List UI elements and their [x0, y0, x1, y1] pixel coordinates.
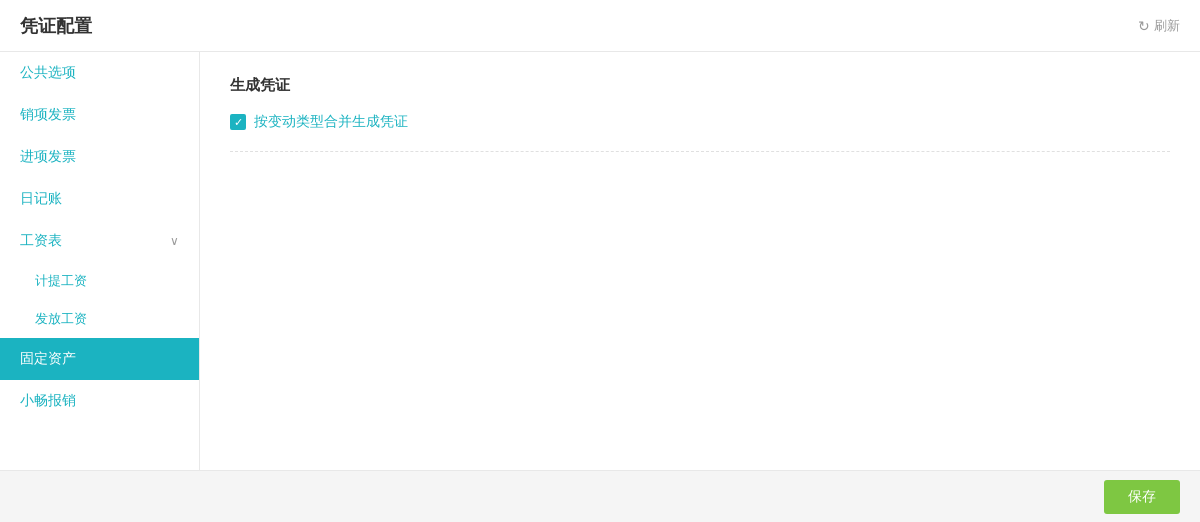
page-footer: 保存 — [0, 470, 1200, 522]
sidebar-item-purchase-invoice[interactable]: 进项发票 — [0, 136, 199, 178]
sidebar-item-journal[interactable]: 日记账 — [0, 178, 199, 220]
merge-checkbox[interactable]: ✓ — [230, 114, 246, 130]
refresh-label: 刷新 — [1154, 17, 1180, 35]
chevron-down-icon: ∨ — [170, 234, 179, 248]
checkbox-row: ✓ 按变动类型合并生成凭证 — [230, 113, 1170, 131]
sidebar: 公共选项销项发票进项发票日记账工资表 ∨ 计提工资发放工资固定资产小畅报销 — [0, 52, 200, 470]
sidebar-sub-item-pay-payroll[interactable]: 发放工资 — [0, 300, 199, 338]
sidebar-item-label: 日记账 — [20, 190, 62, 208]
sidebar-item-fixed-assets[interactable]: 固定资产 — [0, 338, 199, 380]
sidebar-item-sales-invoice[interactable]: 销项发票 — [0, 94, 199, 136]
page-container: 凭证配置 ↻ 刷新 公共选项销项发票进项发票日记账工资表 ∨ 计提工资发放工资固定资… — [0, 0, 1200, 522]
save-button[interactable]: 保存 — [1104, 480, 1180, 514]
checkbox-label: 按变动类型合并生成凭证 — [254, 113, 408, 131]
page-title: 凭证配置 — [20, 14, 92, 38]
refresh-icon: ↻ — [1138, 18, 1150, 34]
body-container: 公共选项销项发票进项发票日记账工资表 ∨ 计提工资发放工资固定资产小畅报销 生成凭证… — [0, 52, 1200, 470]
sidebar-item-label: 进项发票 — [20, 148, 76, 166]
sidebar-item-label: 小畅报销 — [20, 392, 76, 410]
divider — [230, 151, 1170, 152]
check-mark-icon: ✓ — [234, 117, 243, 128]
refresh-button[interactable]: ↻ 刷新 — [1138, 17, 1180, 35]
sidebar-item-label: 公共选项 — [20, 64, 76, 82]
page-header: 凭证配置 ↻ 刷新 — [0, 0, 1200, 52]
main-content: 生成凭证 ✓ 按变动类型合并生成凭证 — [200, 52, 1200, 470]
sidebar-sub-item-calc-payroll[interactable]: 计提工资 — [0, 262, 199, 300]
sidebar-item-label: 销项发票 — [20, 106, 76, 124]
sidebar-item-payroll-table[interactable]: 工资表 ∨ — [0, 220, 199, 262]
sidebar-item-label: 固定资产 — [20, 350, 76, 368]
sidebar-item-label: 工资表 — [20, 232, 62, 250]
sidebar-item-public-options[interactable]: 公共选项 — [0, 52, 199, 94]
section-title: 生成凭证 — [230, 76, 1170, 95]
sidebar-item-expense-report[interactable]: 小畅报销 — [0, 380, 199, 422]
